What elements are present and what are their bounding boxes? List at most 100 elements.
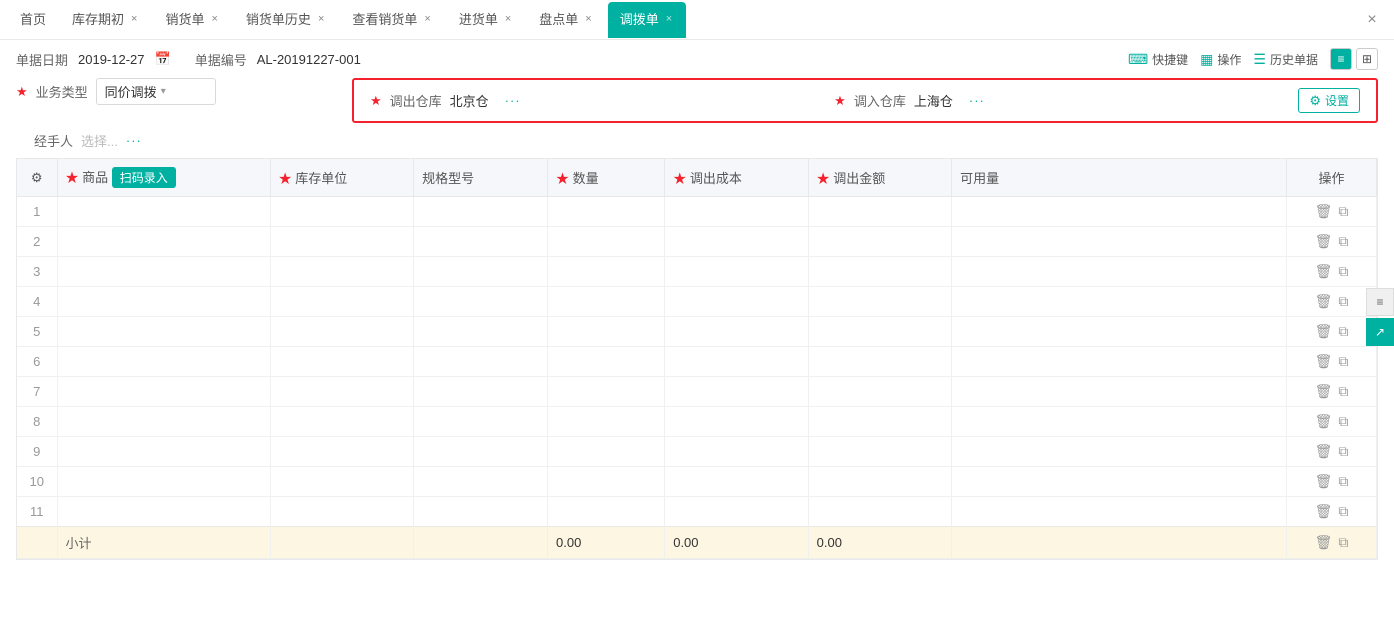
- product-cell-3[interactable]: [57, 257, 270, 287]
- copy-row-1[interactable]: ⧉: [1338, 203, 1348, 220]
- spec-cell-5[interactable]: [414, 317, 548, 347]
- delete-row-4[interactable]: 🗑: [1315, 293, 1333, 310]
- spec-cell-9[interactable]: [414, 437, 548, 467]
- product-cell-7[interactable]: [57, 377, 270, 407]
- unit-cell-2[interactable]: [270, 227, 413, 257]
- copy-row-2[interactable]: ⧉: [1338, 233, 1348, 250]
- tab-purchase-order[interactable]: 进货单 ×: [447, 2, 525, 38]
- qty-cell-10[interactable]: [548, 467, 665, 497]
- qty-cell-3[interactable]: [548, 257, 665, 287]
- copy-row-8[interactable]: ⧉: [1338, 413, 1348, 430]
- delete-row-2[interactable]: 🗑: [1315, 233, 1333, 250]
- warehouse-out-dots[interactable]: ···: [505, 93, 521, 108]
- cost-cell-9[interactable]: [665, 437, 808, 467]
- available-cell-10[interactable]: [952, 467, 1287, 497]
- warehouse-out-value[interactable]: 北京仓: [450, 91, 489, 110]
- amount-cell-11[interactable]: [808, 497, 951, 527]
- subtotal-copy-icon[interactable]: ⧉: [1338, 534, 1348, 551]
- tab-transfer[interactable]: 调拨单 ×: [608, 2, 686, 38]
- delete-row-9[interactable]: 🗑: [1315, 443, 1333, 460]
- cost-cell-2[interactable]: [665, 227, 808, 257]
- amount-cell-10[interactable]: [808, 467, 951, 497]
- product-cell-5[interactable]: [57, 317, 270, 347]
- available-cell-9[interactable]: [952, 437, 1287, 467]
- available-cell-4[interactable]: [952, 287, 1287, 317]
- cost-cell-6[interactable]: [665, 347, 808, 377]
- shortcut-button[interactable]: ⌨ 快捷键: [1128, 51, 1188, 68]
- tab-sales-history[interactable]: 销货单历史 ×: [234, 2, 338, 38]
- view-toggle-list[interactable]: ≡: [1330, 48, 1352, 70]
- scan-button[interactable]: 扫码录入: [112, 167, 176, 188]
- amount-cell-2[interactable]: [808, 227, 951, 257]
- product-cell-10[interactable]: [57, 467, 270, 497]
- delete-row-6[interactable]: 🗑: [1315, 353, 1333, 370]
- amount-cell-7[interactable]: [808, 377, 951, 407]
- qty-cell-6[interactable]: [548, 347, 665, 377]
- cost-cell-8[interactable]: [665, 407, 808, 437]
- available-cell-3[interactable]: [952, 257, 1287, 287]
- business-type-dropdown[interactable]: 同价调拨 ▾: [96, 78, 216, 105]
- tab-purchase-order-close[interactable]: ×: [503, 12, 513, 26]
- amount-cell-1[interactable]: [808, 197, 951, 227]
- amount-cell-9[interactable]: [808, 437, 951, 467]
- available-cell-5[interactable]: [952, 317, 1287, 347]
- delete-row-5[interactable]: 🗑: [1315, 323, 1333, 340]
- delete-row-3[interactable]: 🗑: [1315, 263, 1333, 280]
- spec-cell-2[interactable]: [414, 227, 548, 257]
- product-cell-4[interactable]: [57, 287, 270, 317]
- spec-cell-11[interactable]: [414, 497, 548, 527]
- product-cell-2[interactable]: [57, 227, 270, 257]
- unit-cell-10[interactable]: [270, 467, 413, 497]
- history-button[interactable]: ☰ 历史单据: [1253, 51, 1318, 68]
- delete-row-11[interactable]: 🗑: [1315, 503, 1333, 520]
- cost-cell-11[interactable]: [665, 497, 808, 527]
- spec-cell-1[interactable]: [414, 197, 548, 227]
- qty-cell-2[interactable]: [548, 227, 665, 257]
- spec-cell-10[interactable]: [414, 467, 548, 497]
- amount-cell-8[interactable]: [808, 407, 951, 437]
- qty-cell-8[interactable]: [548, 407, 665, 437]
- tab-home[interactable]: 首页: [8, 2, 58, 38]
- tab-view-sales-close[interactable]: ×: [422, 12, 432, 26]
- qty-cell-1[interactable]: [548, 197, 665, 227]
- tab-sales-order[interactable]: 销货单 ×: [153, 2, 231, 38]
- delete-row-10[interactable]: 🗑: [1315, 473, 1333, 490]
- agent-placeholder[interactable]: 选择...: [81, 131, 118, 150]
- copy-row-10[interactable]: ⧉: [1338, 473, 1348, 490]
- spec-cell-3[interactable]: [414, 257, 548, 287]
- delete-row-7[interactable]: 🗑: [1315, 383, 1333, 400]
- copy-row-4[interactable]: ⧉: [1338, 293, 1348, 310]
- amount-cell-5[interactable]: [808, 317, 951, 347]
- available-cell-8[interactable]: [952, 407, 1287, 437]
- unit-cell-4[interactable]: [270, 287, 413, 317]
- operation-button[interactable]: ▦ 操作: [1200, 51, 1241, 68]
- tab-sales-history-close[interactable]: ×: [316, 12, 326, 26]
- cost-cell-4[interactable]: [665, 287, 808, 317]
- unit-cell-8[interactable]: [270, 407, 413, 437]
- available-cell-1[interactable]: [952, 197, 1287, 227]
- unit-cell-7[interactable]: [270, 377, 413, 407]
- copy-row-11[interactable]: ⧉: [1338, 503, 1348, 520]
- warehouse-in-value[interactable]: 上海仓: [914, 91, 953, 110]
- spec-cell-7[interactable]: [414, 377, 548, 407]
- tab-inventory-init-close[interactable]: ×: [129, 12, 139, 26]
- tab-transfer-close[interactable]: ×: [664, 12, 674, 26]
- tab-inventory-check[interactable]: 盘点单 ×: [527, 2, 605, 38]
- delete-row-1[interactable]: 🗑: [1315, 203, 1333, 220]
- unit-cell-6[interactable]: [270, 347, 413, 377]
- available-cell-6[interactable]: [952, 347, 1287, 377]
- cost-cell-10[interactable]: [665, 467, 808, 497]
- unit-cell-11[interactable]: [270, 497, 413, 527]
- warehouse-in-dots[interactable]: ···: [969, 93, 985, 108]
- copy-row-5[interactable]: ⧉: [1338, 323, 1348, 340]
- amount-cell-6[interactable]: [808, 347, 951, 377]
- product-cell-11[interactable]: [57, 497, 270, 527]
- product-cell-6[interactable]: [57, 347, 270, 377]
- spec-cell-8[interactable]: [414, 407, 548, 437]
- qty-cell-9[interactable]: [548, 437, 665, 467]
- float-export-button[interactable]: ↗: [1366, 318, 1394, 346]
- spec-cell-4[interactable]: [414, 287, 548, 317]
- copy-row-6[interactable]: ⧉: [1338, 353, 1348, 370]
- cost-cell-5[interactable]: [665, 317, 808, 347]
- product-cell-8[interactable]: [57, 407, 270, 437]
